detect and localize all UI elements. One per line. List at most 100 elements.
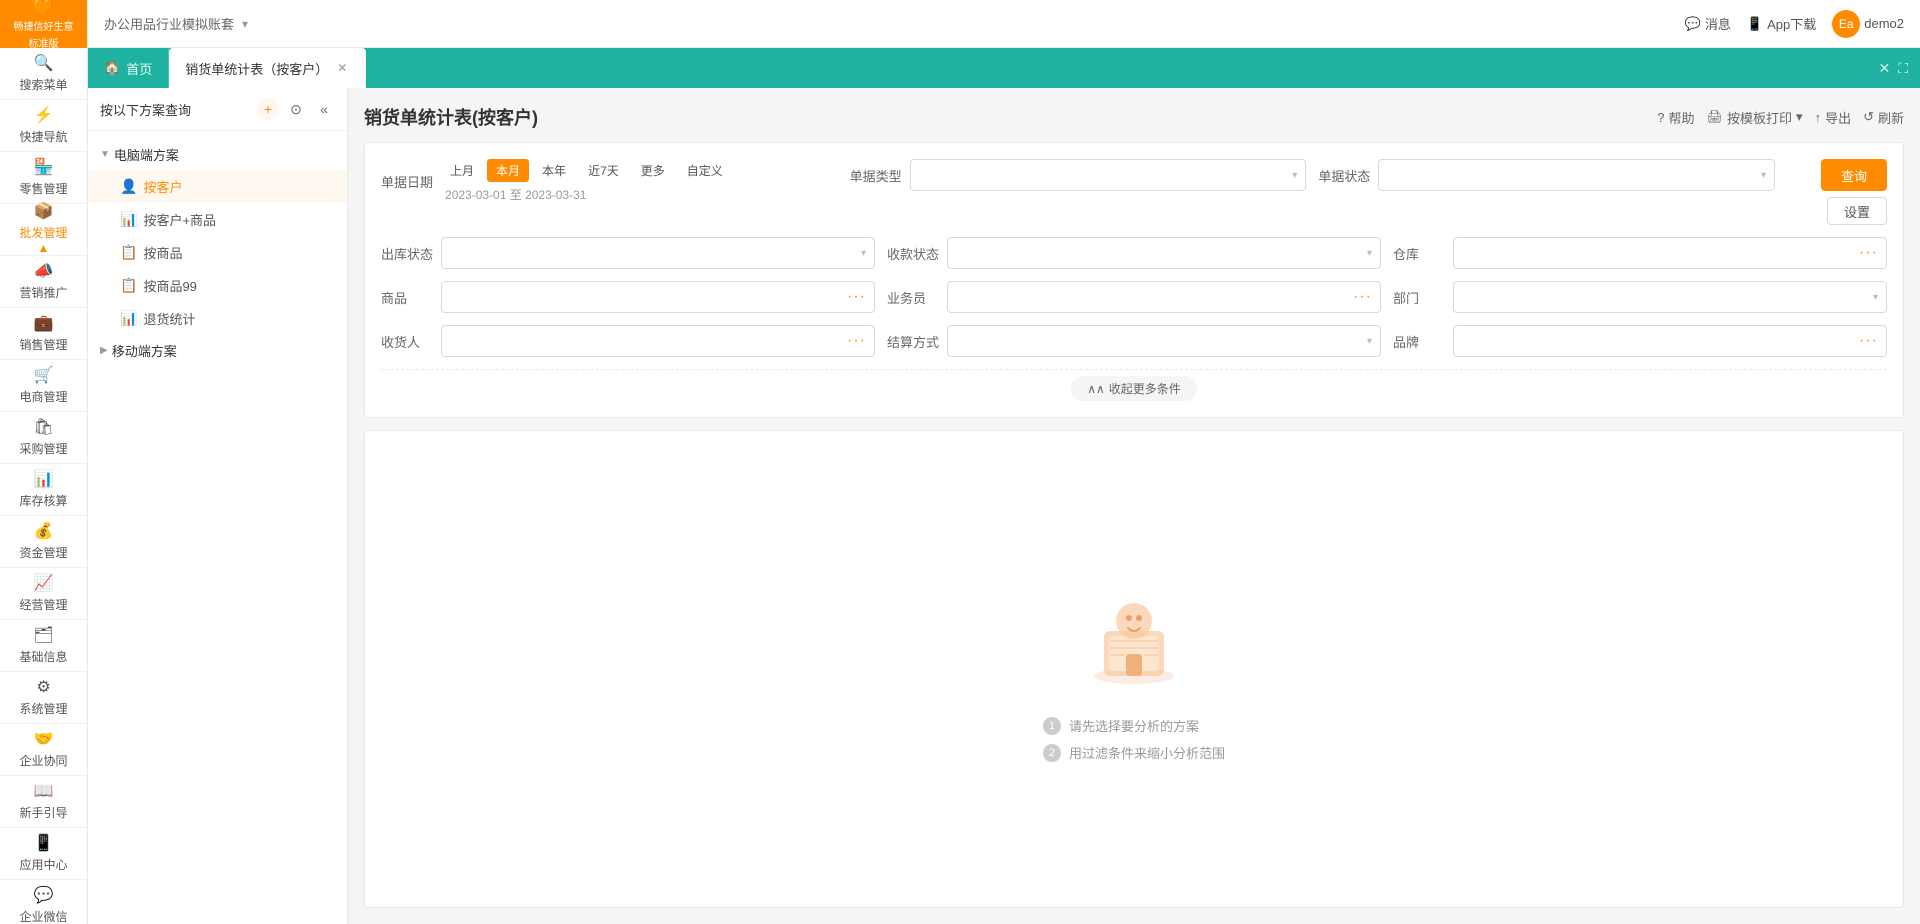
sidebar-item-quick-nav[interactable]: ⚡ 快捷导航 [0, 100, 87, 152]
app-logo[interactable]: 🧡 畅捷信好生意 标准版 [0, 0, 87, 48]
window-close-btn[interactable]: ✕ [1878, 60, 1890, 77]
header-dropdown-icon[interactable]: ▾ [242, 17, 248, 31]
tab-close-btn[interactable]: ✕ [334, 60, 350, 76]
tree-item-by-product-99[interactable]: 📋 按商品99 [88, 269, 347, 302]
dept-label: 部门 [1393, 288, 1445, 307]
settle-arrow: ▾ [1367, 336, 1372, 347]
user-info[interactable]: Ea demo2 [1832, 10, 1904, 38]
tab-sales-stat[interactable]: 销货单统计表（按客户） ✕ [169, 48, 366, 88]
sidebar-item-finance[interactable]: 💰 资金管理 [0, 516, 87, 568]
dept-input[interactable]: ▾ [1453, 281, 1887, 313]
sidebar-item-inventory[interactable]: 📊 库存核算 [0, 464, 87, 516]
app-download-label: App下载 [1767, 14, 1816, 33]
salesperson-input[interactable]: ··· [947, 281, 1381, 313]
filter-brand: 品牌 ··· [1393, 325, 1887, 357]
sidebar-item-purchase-label: 采购管理 [19, 442, 67, 458]
tab-sales-stat-label: 销货单统计表（按客户） [185, 59, 328, 78]
sidebar-item-search[interactable]: 🔍 搜索菜单 [0, 48, 87, 100]
product-input[interactable]: ··· [441, 281, 875, 313]
page-title: 销货单统计表(按客户) [364, 104, 538, 130]
return-stat-icon: 📊 [120, 310, 137, 327]
date-last-7-btn[interactable]: 近7天 [579, 159, 628, 182]
out-status-input[interactable]: ▾ [441, 237, 875, 269]
message-label: 消息 [1705, 14, 1731, 33]
sidebar-item-wechat[interactable]: 💬 企业微信 [0, 880, 87, 924]
sidebar-item-guide[interactable]: 📖 新手引导 [0, 776, 87, 828]
export-icon: ↑ [1815, 110, 1822, 125]
print-btn[interactable]: 🖨 按模板打印 ▾ [1707, 108, 1803, 127]
logo-icon: 🧡 [32, 0, 54, 16]
empty-tips: 1 请先选择要分析的方案 2 用过滤条件来缩小分析范围 [1043, 716, 1225, 762]
empty-tip-1: 1 请先选择要分析的方案 [1043, 716, 1225, 735]
warehouse-input[interactable]: ··· [1453, 237, 1887, 269]
product-dots: ··· [847, 288, 866, 306]
refresh-btn[interactable]: ↺ 刷新 [1863, 108, 1904, 127]
sidebar-item-retail[interactable]: 🏪 零售管理 [0, 152, 87, 204]
settings-button[interactable]: 设置 [1827, 197, 1887, 225]
page-header: 销货单统计表(按客户) ? 帮助 🖨 按模板打印 ▾ ↑ 导出 [364, 104, 1904, 130]
filter-row-4: 收货人 ··· 结算方式 ▾ 品牌 [381, 325, 1887, 357]
date-this-month-btn[interactable]: 本月 [487, 159, 529, 182]
refresh-icon: ↺ [1863, 109, 1874, 125]
sidebar-item-ops[interactable]: 📈 经营管理 [0, 568, 87, 620]
sidebar-item-corp[interactable]: 🤝 企业协同 [0, 724, 87, 776]
sidebar-item-wholesale[interactable]: 📦 批发管理 ▲ [0, 204, 87, 256]
tree-item-by-product[interactable]: 📋 按商品 [88, 236, 347, 269]
collapse-panel-btn[interactable]: « [313, 98, 335, 120]
left-panel: 按以下方案查询 + ⊙ « ▼ 电脑端方案 👤 按客户 📊 [88, 88, 348, 924]
help-label: 帮助 [1668, 108, 1694, 127]
tip-text-1: 请先选择要分析的方案 [1069, 716, 1199, 735]
app-download-btn[interactable]: 📱 App下载 [1747, 14, 1816, 33]
sidebar-item-purchase[interactable]: 🛍 采购管理 [0, 412, 87, 464]
sidebar-item-finance-label: 资金管理 [19, 546, 67, 562]
date-this-year-btn[interactable]: 本年 [533, 159, 575, 182]
refresh-scheme-btn[interactable]: ⊙ [285, 98, 307, 120]
print-label: 按模板打印 [1727, 108, 1792, 127]
help-btn[interactable]: ? 帮助 [1657, 108, 1694, 127]
sidebar-item-basic[interactable]: 🗂 基础信息 [0, 620, 87, 672]
receiver-dots: ··· [847, 332, 866, 350]
left-panel-header: 按以下方案查询 + ⊙ « [88, 88, 347, 131]
settle-input[interactable]: ▾ [947, 325, 1381, 357]
collapse-btn[interactable]: ∧∧ 收起更多条件 [1071, 376, 1197, 401]
window-maximize-btn[interactable]: ⛶ [1898, 60, 1908, 77]
sidebar-item-marketing[interactable]: 📣 营销推广 [0, 256, 87, 308]
export-label: 导出 [1825, 108, 1851, 127]
sidebar-item-ecom[interactable]: 🛒 电商管理 [0, 360, 87, 412]
tree-group-mobile[interactable]: ▶ 移动端方案 [88, 335, 347, 366]
date-last-month-btn[interactable]: 上月 [441, 159, 483, 182]
left-panel-title: 按以下方案查询 [100, 100, 191, 119]
settle-label: 结算方式 [887, 332, 939, 351]
salesperson-dots: ··· [1353, 288, 1372, 306]
sidebar-item-sales[interactable]: 💼 销售管理 [0, 308, 87, 360]
pay-status-input[interactable]: ▾ [947, 237, 1381, 269]
date-more-btn[interactable]: 更多 [632, 159, 674, 182]
query-button[interactable]: 查询 [1821, 159, 1887, 191]
sidebar-item-guide-label: 新手引导 [19, 806, 67, 822]
tree-group-desktop[interactable]: ▼ 电脑端方案 [88, 139, 347, 170]
app-center-icon: 📱 [34, 834, 54, 855]
sidebar-item-app-center[interactable]: 📱 应用中心 [0, 828, 87, 880]
receiver-input[interactable]: ··· [441, 325, 875, 357]
tree-item-by-customer-product[interactable]: 📊 按客户+商品 [88, 203, 347, 236]
brand-input[interactable]: ··· [1453, 325, 1887, 357]
message-btn[interactable]: 💬 消息 [1685, 14, 1731, 33]
doc-type-input[interactable]: ▾ [910, 159, 1307, 191]
quick-nav-icon: ⚡ [34, 106, 54, 127]
date-custom-btn[interactable]: 自定义 [678, 159, 732, 182]
doc-status-input[interactable]: ▾ [1378, 159, 1775, 191]
tree-item-by-customer[interactable]: 👤 按客户 [88, 170, 347, 203]
collapse-label: 收起更多条件 [1109, 380, 1181, 397]
sidebar-item-wholesale-label: 批发管理 [19, 226, 67, 242]
tab-home[interactable]: 🏠 首页 [88, 48, 169, 88]
sidebar-item-search-label: 搜索菜单 [19, 78, 67, 94]
print-arrow: ▾ [1796, 109, 1803, 125]
doc-status-label: 单据状态 [1318, 166, 1370, 185]
print-icon: 🖨 [1707, 109, 1724, 125]
export-btn[interactable]: ↑ 导出 [1815, 108, 1852, 127]
sidebar-item-system[interactable]: ⚙ 系统管理 [0, 672, 87, 724]
filter-pay-status: 收款状态 ▾ [887, 237, 1381, 269]
add-scheme-btn[interactable]: + [257, 98, 279, 120]
header-left: 办公用品行业模拟账套 ▾ [104, 14, 248, 33]
tree-item-return-stat[interactable]: 📊 退货统计 [88, 302, 347, 335]
